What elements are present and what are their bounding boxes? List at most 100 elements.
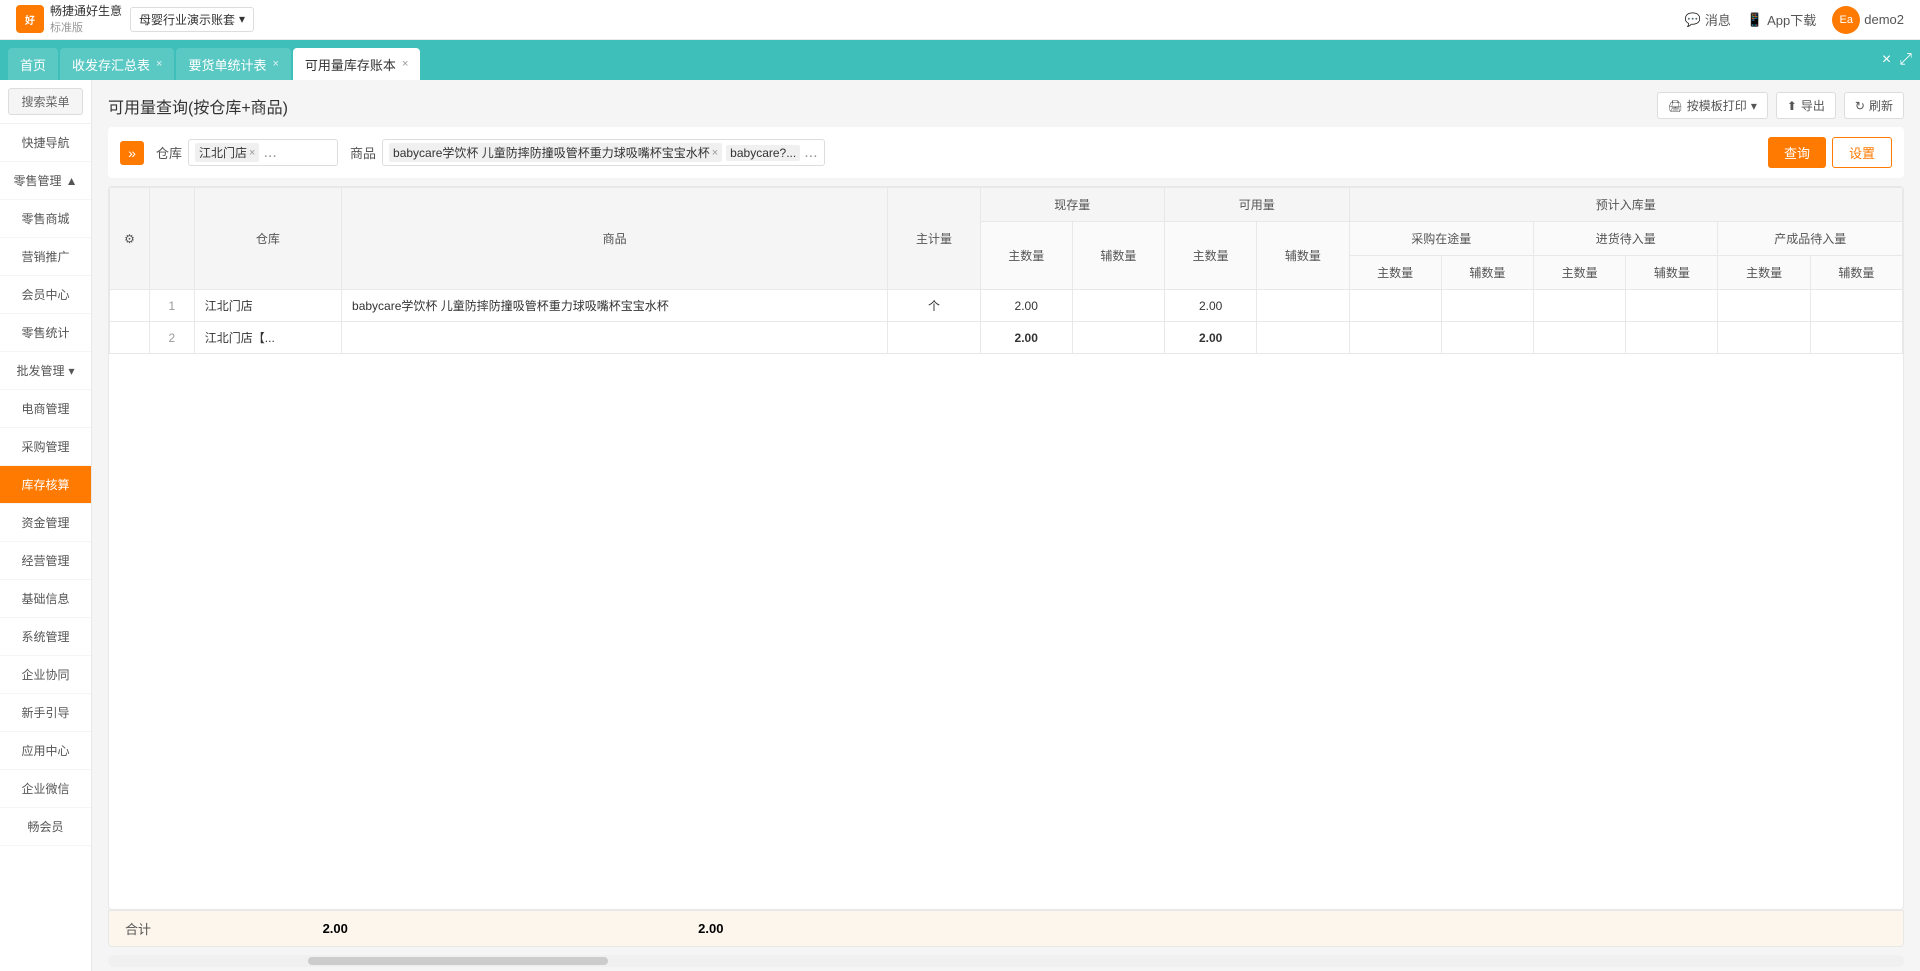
warehouse-tag-close[interactable]: × [249,147,255,159]
sidebar-item-system-mgmt[interactable]: 系统管理 [0,618,91,656]
tab-receive-pay-label: 收发存汇总表 [72,55,150,74]
sidebar-item-purchase-mgmt[interactable]: 采购管理 [0,428,91,466]
sidebar-item-retail-mall[interactable]: 零售商城 [0,200,91,238]
query-btn[interactable]: 查询 [1768,137,1826,168]
tab-close-all-btn[interactable]: × [1882,51,1891,69]
sidebar-item-vip-member[interactable]: 畅会员 [0,808,91,846]
sidebar-item-finance-mgmt[interactable]: 资金管理 [0,504,91,542]
row1-warehouse: 江北门店 [194,290,341,322]
th-production-main: 主数量 [1718,256,1810,290]
industry-selector[interactable]: 母婴行业演示账套 ▾ [130,7,254,32]
tab-home-label: 首页 [20,55,46,74]
tab-fullscreen-btn[interactable]: ⤢ [1899,51,1912,69]
sidebar-wholesale-label: 批发管理 [16,362,64,379]
sidebar-search-area: 搜索菜单 [0,80,91,124]
th-settings[interactable]: ⚙ [110,188,150,290]
sidebar-item-inventory-check[interactable]: 库存核算 [0,466,91,504]
row2-available-aux [1257,322,1349,354]
export-icon: ⬆ [1787,99,1797,113]
row1-purchase-aux [1441,290,1533,322]
tab-order-stats-close[interactable]: × [272,58,278,70]
scrollbar-thumb[interactable] [308,957,608,965]
th-available: 可用量 [1165,188,1349,222]
sidebar-item-operations-mgmt[interactable]: 经营管理 [0,542,91,580]
row2-main-unit [888,322,980,354]
sidebar-item-member-center[interactable]: 会员中心 [0,276,91,314]
tab-available-stock-close[interactable]: × [402,58,408,70]
tab-receive-pay[interactable]: 收发存汇总表 × [60,48,174,80]
sidebar-item-wholesale-mgmt[interactable]: 批发管理 ▾ [0,352,91,390]
product-tag2-value: babycare?... [730,146,796,160]
row1-no: 1 [150,290,195,322]
sidebar-item-ecommerce-mgmt[interactable]: 电商管理 [0,390,91,428]
avatar-text: Ea [1840,14,1853,26]
top-bar-left: 好 畅捷通好生意 标准版 母婴行业演示账套 ▾ [16,4,254,34]
app-download-btn[interactable]: 📱 App下载 [1747,10,1816,29]
warehouse-input[interactable]: 江北门店 × ... [188,139,338,166]
row1-current-aux [1072,290,1164,322]
avatar: Ea [1832,6,1860,34]
messages-label: 消息 [1705,10,1731,29]
th-incoming-main: 主数量 [1533,256,1625,290]
tab-order-stats[interactable]: 要货单统计表 × [176,48,290,80]
top-bar-right: 💬 消息 📱 App下载 Ea demo2 [1685,6,1904,34]
data-table: ⚙ 仓库 商品 主计量 现存量 可用量 预计入库量 主数量 辅数量 主数量 [109,187,1903,354]
tab-receive-pay-close[interactable]: × [156,58,162,70]
tab-home[interactable]: 首页 [8,48,58,80]
row1-main-unit: 个 [888,290,980,322]
table-wrapper[interactable]: ⚙ 仓库 商品 主计量 现存量 可用量 预计入库量 主数量 辅数量 主数量 [108,186,1904,910]
app-download-label: App下载 [1767,10,1816,29]
warehouse-dots[interactable]: ... [263,144,276,162]
tab-available-stock[interactable]: 可用量库存账本 × [293,48,420,80]
sidebar-item-enterprise-wechat[interactable]: 企业微信 [0,770,91,808]
phone-icon: 📱 [1747,12,1763,28]
product-dots[interactable]: ... [804,144,817,162]
th-main-unit: 主计量 [888,188,980,290]
th-forecast-in: 预计入库量 [1349,188,1902,222]
horizontal-scrollbar[interactable] [108,955,1904,967]
messages-btn[interactable]: 💬 消息 [1685,10,1731,29]
row1-settings [110,290,150,322]
refresh-btn[interactable]: ↻ 刷新 [1844,92,1904,119]
table-row: 1 江北门店 babycare学饮杯 儿童防摔防撞吸管杯重力球吸嘴杯宝宝水杯 个… [110,290,1903,322]
product-input[interactable]: babycare学饮杯 儿童防摔防撞吸管杯重力球吸嘴杯宝宝水杯 × babyca… [382,139,825,166]
page-header-actions: 🖨 按模板打印 ▾ ⬆ 导出 ↻ 刷新 [1657,92,1904,119]
sidebar-item-retail-stats[interactable]: 零售统计 [0,314,91,352]
page-header: 可用量查询(按仓库+商品) 🖨 按模板打印 ▾ ⬆ 导出 ↻ 刷新 [92,80,1920,127]
sidebar-item-retail-mgmt[interactable]: 零售管理 ▲ [0,162,91,200]
product-tag1: babycare学饮杯 儿童防摔防撞吸管杯重力球吸嘴杯宝宝水杯 × [389,143,722,162]
filter-actions: 查询 设置 [1768,137,1892,168]
sidebar-retail-mgmt-label: 零售管理 [14,172,62,189]
sidebar: 搜索菜单 快捷导航 零售管理 ▲ 零售商城 营销推广 会员中心 零售统计 批发管… [0,80,92,971]
sidebar-item-marketing[interactable]: 营销推广 [0,238,91,276]
sidebar-item-app-center[interactable]: 应用中心 [0,732,91,770]
row1-production-main [1718,290,1810,322]
export-btn[interactable]: ⬆ 导出 [1776,92,1836,119]
th-current-stock: 现存量 [980,188,1164,222]
setting-btn[interactable]: 设置 [1832,137,1892,168]
print-btn[interactable]: 🖨 按模板打印 ▾ [1657,92,1768,119]
th-row-no [150,188,195,290]
row2-production-aux [1810,322,1902,354]
sidebar-item-new-guide[interactable]: 新手引导 [0,694,91,732]
th-available-main: 主数量 [1165,222,1257,290]
sidebar-item-enterprise-collab[interactable]: 企业协同 [0,656,91,694]
filter-expand-btn[interactable]: » [120,141,144,165]
th-purchase-main: 主数量 [1349,256,1441,290]
username: demo2 [1864,12,1904,27]
product-filter-group: 商品 babycare学饮杯 儿童防摔防撞吸管杯重力球吸嘴杯宝宝水杯 × bab… [350,139,825,166]
product-tag1-close[interactable]: × [712,147,718,159]
settings-icon[interactable]: ⚙ [124,232,135,246]
filter-bar: » 仓库 江北门店 × ... 商品 babycare学饮杯 儿童防摔防撞吸管杯… [108,127,1904,178]
sidebar-item-basic-info[interactable]: 基础信息 [0,580,91,618]
footer-current-main: 2.00 [323,921,348,936]
user-area[interactable]: Ea demo2 [1832,6,1904,34]
search-menu-btn[interactable]: 搜索菜单 [8,88,83,115]
row2-product [342,322,888,354]
refresh-label: 刷新 [1869,97,1893,114]
row1-production-aux [1810,290,1902,322]
row2-purchase-main [1349,322,1441,354]
row2-production-main [1718,322,1810,354]
th-product: 商品 [342,188,888,290]
sidebar-item-quick-nav[interactable]: 快捷导航 [0,124,91,162]
